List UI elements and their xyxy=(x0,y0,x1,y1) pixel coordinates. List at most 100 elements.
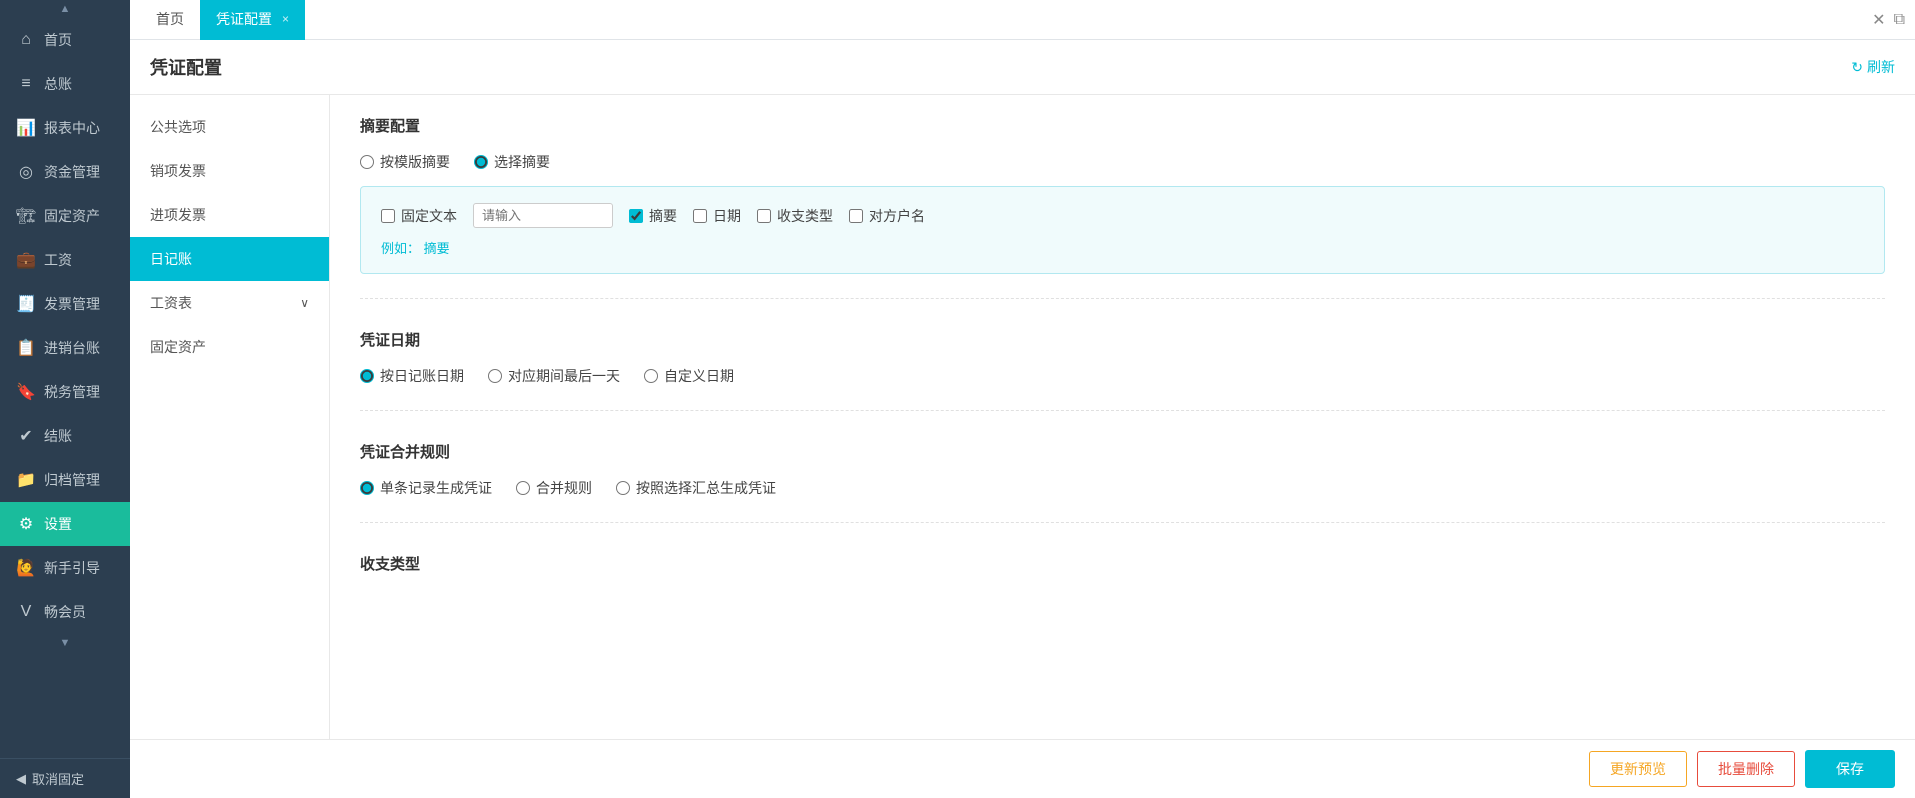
merge-option-rule[interactable]: 合并规则 xyxy=(516,478,592,498)
sidebar: ▲ ⌂ 首页 ≡ 总账 📊 报表中心 ◎ 资金管理 🏗 固定资产 💼 工资 🧾 … xyxy=(0,0,130,798)
summary-checkbox[interactable] xyxy=(629,209,643,223)
left-nav-sales-invoice[interactable]: 销项发票 xyxy=(130,149,329,193)
voucher-date-radio-group: 按日记账日期 对应期间最后一天 自定义日期 xyxy=(360,366,1885,386)
summary-config-title: 摘要配置 xyxy=(360,115,1885,136)
left-nav-payroll-table[interactable]: 工资表 ∨ xyxy=(130,281,329,325)
tab-bar: 首页 凭证配置 × ✕ ⧉ xyxy=(130,0,1915,40)
sidebar-item-ledger[interactable]: ≡ 总账 xyxy=(0,62,130,106)
fixed-text-input[interactable] xyxy=(473,203,613,228)
merge-rules-radio-group: 单条记录生成凭证 合并规则 按照选择汇总生成凭证 xyxy=(360,478,1885,498)
merge-rules-title: 凭证合并规则 xyxy=(360,441,1885,462)
sidebar-item-settlement[interactable]: ✔ 结账 xyxy=(0,414,130,458)
voucher-date-section: 凭证日期 按日记账日期 对应期间最后一天 自定义日期 xyxy=(360,329,1885,411)
date-option-journal[interactable]: 按日记账日期 xyxy=(360,366,464,386)
bottom-bar: 更新预览 批量删除 保存 xyxy=(130,739,1915,798)
pin-icon: ◀ xyxy=(16,771,26,787)
voucher-date-title: 凭证日期 xyxy=(360,329,1885,350)
left-nav-purchase-invoice[interactable]: 进项发票 xyxy=(130,193,329,237)
sidebar-item-label: 总账 xyxy=(44,74,72,94)
sidebar-item-payroll[interactable]: 💼 工资 xyxy=(0,238,130,282)
cancel-pin-button[interactable]: ◀ 取消固定 xyxy=(0,758,130,798)
sidebar-item-purchase-sales[interactable]: 📋 进销台账 xyxy=(0,326,130,370)
merge-summary-radio[interactable] xyxy=(616,481,630,495)
tab-voucher-config[interactable]: 凭证配置 × xyxy=(200,0,305,40)
sidebar-item-label: 进销台账 xyxy=(44,338,100,358)
income-expense-checkbox[interactable] xyxy=(757,209,771,223)
batch-delete-button[interactable]: 批量删除 xyxy=(1697,751,1795,787)
sidebar-item-fixed-assets[interactable]: 🏗 固定资产 xyxy=(0,194,130,238)
date-option-period-last[interactable]: 对应期间最后一天 xyxy=(488,366,620,386)
refresh-button[interactable]: ↻ 刷新 xyxy=(1851,57,1895,77)
sidebar-item-label: 首页 xyxy=(44,30,72,50)
counterpart-checkbox-item[interactable]: 对方户名 xyxy=(849,206,925,226)
window-close-icon[interactable]: ✕ xyxy=(1872,10,1885,30)
save-button[interactable]: 保存 xyxy=(1805,750,1895,788)
summary-option-choose[interactable]: 选择摘要 xyxy=(474,152,550,172)
vip-icon: V xyxy=(16,603,36,621)
merge-option-single[interactable]: 单条记录生成凭证 xyxy=(360,478,492,498)
sidebar-item-tax[interactable]: 🔖 税务管理 xyxy=(0,370,130,414)
date-custom-radio[interactable] xyxy=(644,369,658,383)
income-expense-title: 收支类型 xyxy=(360,553,1885,574)
payroll-icon: 💼 xyxy=(16,250,36,270)
chevron-down-icon: ∨ xyxy=(300,296,309,310)
tab-close-icon[interactable]: × xyxy=(282,12,289,26)
sidebar-item-settings[interactable]: ⚙ 设置 xyxy=(0,502,130,546)
date-checkbox[interactable] xyxy=(693,209,707,223)
summary-template-radio[interactable] xyxy=(360,155,374,169)
summary-radio-group: 按模版摘要 选择摘要 xyxy=(360,152,1885,172)
sidebar-item-label: 发票管理 xyxy=(44,294,100,314)
sidebar-item-label: 结账 xyxy=(44,426,72,446)
ledger-icon: ≡ xyxy=(16,75,36,93)
page-content: 凭证配置 ↻ 刷新 公共选项 销项发票 进项发票 日记账 xyxy=(130,40,1915,798)
income-expense-section: 收支类型 xyxy=(360,553,1885,614)
sidebar-item-invoice[interactable]: 🧾 发票管理 xyxy=(0,282,130,326)
left-nav-fixed-assets[interactable]: 固定资产 xyxy=(130,325,329,369)
guide-icon: 🙋 xyxy=(16,558,36,578)
date-checkbox-item[interactable]: 日期 xyxy=(693,206,741,226)
sidebar-item-label: 归档管理 xyxy=(44,470,100,490)
summary-sub-box: 固定文本 摘要 日期 xyxy=(360,186,1885,274)
fixed-text-checkbox[interactable] xyxy=(381,209,395,223)
summary-choose-radio[interactable] xyxy=(474,155,488,169)
sidebar-item-home[interactable]: ⌂ 首页 xyxy=(0,18,130,62)
summary-config-section: 摘要配置 按模版摘要 选择摘要 xyxy=(360,115,1885,299)
sidebar-item-label: 新手引导 xyxy=(44,558,100,578)
reports-icon: 📊 xyxy=(16,118,36,138)
sidebar-item-label: 报表中心 xyxy=(44,118,100,138)
sidebar-item-label: 工资 xyxy=(44,250,72,270)
fixed-text-checkbox-item[interactable]: 固定文本 xyxy=(381,206,457,226)
merge-rule-radio[interactable] xyxy=(516,481,530,495)
summary-checkbox-item[interactable]: 摘要 xyxy=(629,206,677,226)
page-title: 凭证配置 xyxy=(150,54,222,80)
summary-options-row: 固定文本 摘要 日期 xyxy=(381,203,1864,228)
sidebar-item-guide[interactable]: 🙋 新手引导 xyxy=(0,546,130,590)
sidebar-item-archive[interactable]: 📁 归档管理 xyxy=(0,458,130,502)
settings-icon: ⚙ xyxy=(16,514,36,534)
sidebar-scroll-down[interactable]: ▼ xyxy=(0,634,130,652)
left-nav-public[interactable]: 公共选项 xyxy=(130,105,329,149)
date-option-custom[interactable]: 自定义日期 xyxy=(644,366,734,386)
right-panel: 摘要配置 按模版摘要 选择摘要 xyxy=(330,95,1915,739)
date-period-last-radio[interactable] xyxy=(488,369,502,383)
invoice-icon: 🧾 xyxy=(16,294,36,314)
fixed-assets-icon: 🏗 xyxy=(16,206,36,226)
refresh-icon: ↻ xyxy=(1851,59,1863,76)
date-journal-radio[interactable] xyxy=(360,369,374,383)
counterpart-checkbox[interactable] xyxy=(849,209,863,223)
merge-option-summary[interactable]: 按照选择汇总生成凭证 xyxy=(616,478,776,498)
merge-single-radio[interactable] xyxy=(360,481,374,495)
sidebar-scroll-up[interactable]: ▲ xyxy=(0,0,130,18)
update-preview-button[interactable]: 更新预览 xyxy=(1589,751,1687,787)
left-nav-journal[interactable]: 日记账 xyxy=(130,237,329,281)
sidebar-item-reports[interactable]: 📊 报表中心 xyxy=(0,106,130,150)
summary-example: 例如： 摘要 xyxy=(381,238,1864,257)
page-header: 凭证配置 ↻ 刷新 xyxy=(130,40,1915,95)
sidebar-item-funds[interactable]: ◎ 资金管理 xyxy=(0,150,130,194)
tax-icon: 🔖 xyxy=(16,382,36,402)
income-expense-checkbox-item[interactable]: 收支类型 xyxy=(757,206,833,226)
tab-home[interactable]: 首页 xyxy=(140,0,200,40)
sidebar-item-vip[interactable]: V 畅会员 xyxy=(0,590,130,634)
window-restore-icon[interactable]: ⧉ xyxy=(1894,11,1905,29)
summary-option-template[interactable]: 按模版摘要 xyxy=(360,152,450,172)
